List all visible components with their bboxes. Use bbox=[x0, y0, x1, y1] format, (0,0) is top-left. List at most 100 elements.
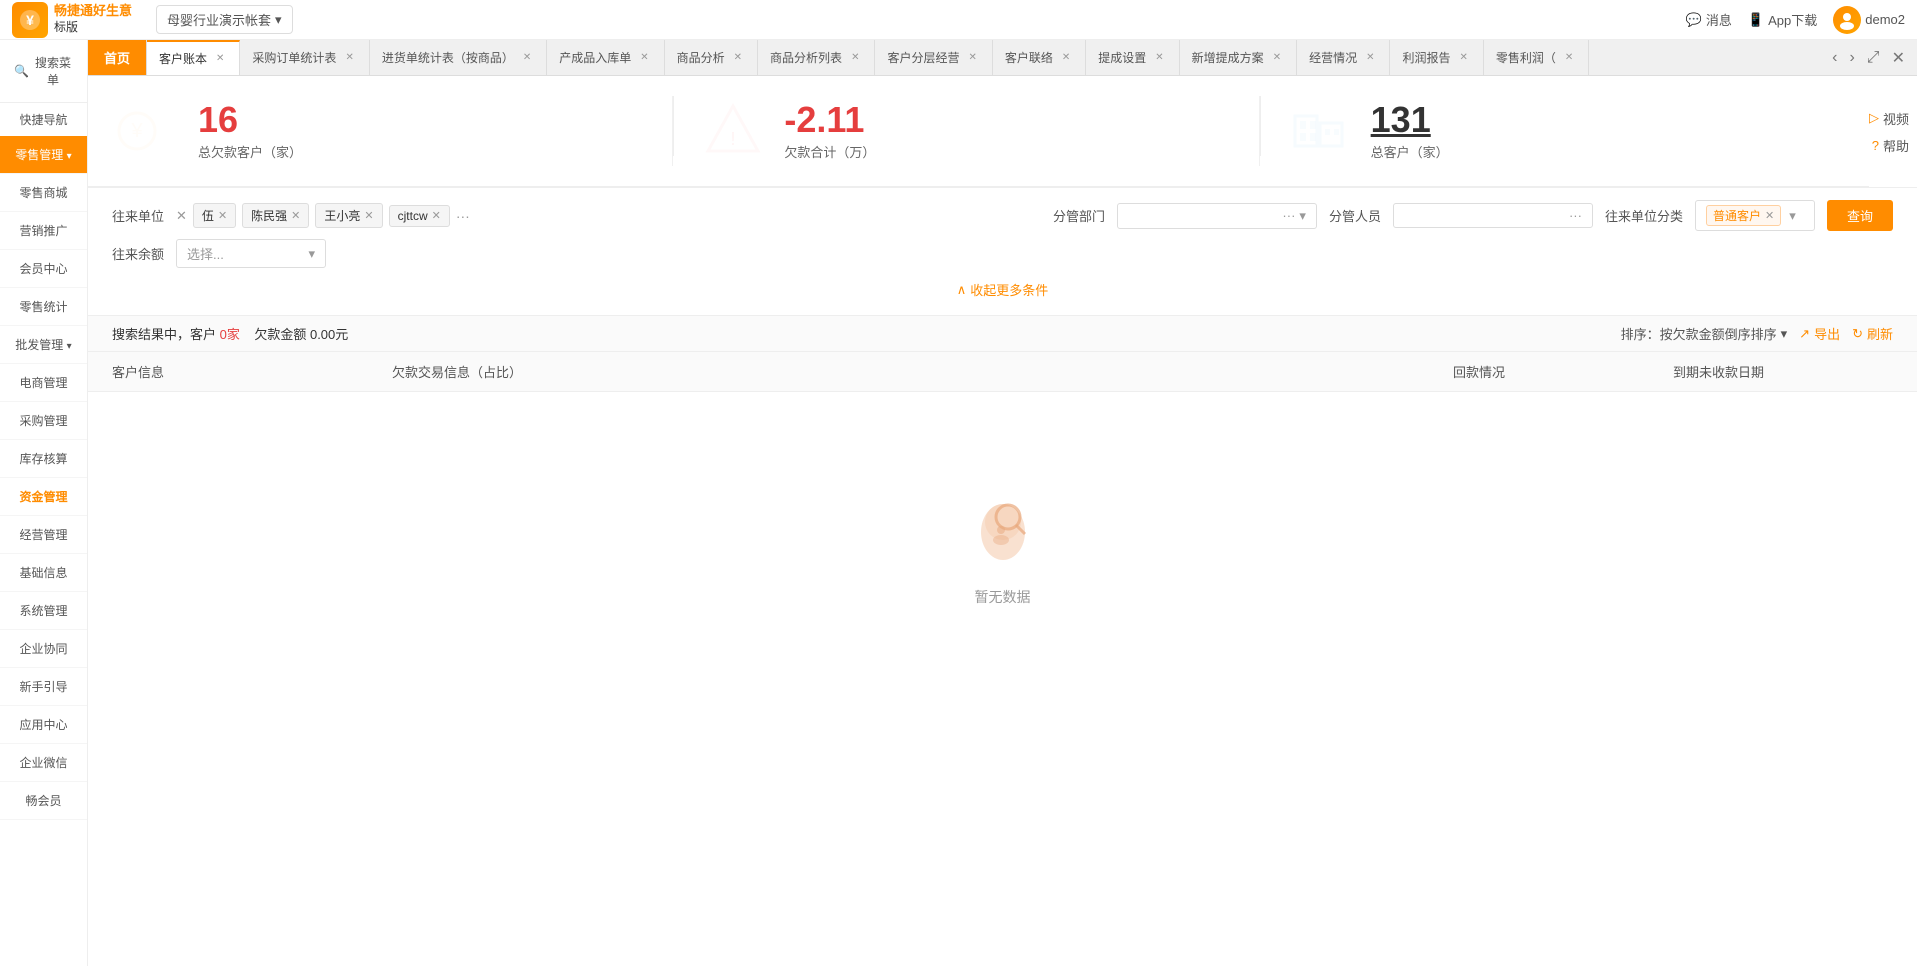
tab-close-goods-analysis-list[interactable]: ✕ bbox=[848, 51, 862, 64]
tag-close-chen[interactable]: ✕ bbox=[291, 209, 300, 222]
total-customers-icon bbox=[1285, 96, 1355, 166]
sidebar-item-purchase[interactable]: 采购管理 bbox=[0, 402, 87, 440]
tab-controls: ‹ › ⤢ ✕ bbox=[1820, 46, 1917, 70]
person-dropdown-more: ··· bbox=[1569, 208, 1582, 223]
tab-retail-profit[interactable]: 零售利润（ ✕ bbox=[1484, 40, 1589, 76]
tab-goods-analysis[interactable]: 商品分析 ✕ bbox=[665, 40, 758, 76]
sidebar-search[interactable]: 🔍 搜索菜单 bbox=[0, 40, 87, 103]
tab-prev-btn[interactable]: ‹ bbox=[1828, 47, 1841, 69]
tab-new-tip-plan[interactable]: 新增提成方案 ✕ bbox=[1180, 40, 1297, 76]
person-dropdown[interactable]: ··· bbox=[1393, 203, 1593, 228]
tab-close-tip-settings[interactable]: ✕ bbox=[1152, 51, 1166, 64]
quick-nav-btn[interactable]: 快捷导航 bbox=[0, 103, 87, 136]
stats-area: ¥ 16 总欠款客户（家） bbox=[88, 76, 1869, 187]
tab-next-btn[interactable]: › bbox=[1845, 47, 1858, 69]
unit-class-tag-close[interactable]: ✕ bbox=[1765, 209, 1774, 222]
tab-close-instock-stat[interactable]: ✕ bbox=[520, 51, 534, 64]
tab-purchase-order[interactable]: 采购订单统计表 ✕ bbox=[240, 40, 369, 76]
dept-dropdown-more: ··· bbox=[1282, 208, 1295, 223]
unit-class-tag-normal: 普通客户 ✕ bbox=[1706, 205, 1781, 226]
sidebar-item-retail-mgmt[interactable]: 零售管理 ▾ bbox=[0, 136, 87, 174]
sidebar-item-retail-mall[interactable]: 零售商城 bbox=[0, 174, 87, 212]
sidebar-item-vip-member[interactable]: 畅会员 bbox=[0, 782, 87, 820]
export-btn[interactable]: ↗ 导出 bbox=[1799, 324, 1840, 343]
person-label: 分管人员 bbox=[1329, 206, 1381, 225]
tab-close-retail-profit[interactable]: ✕ bbox=[1562, 51, 1576, 64]
col-due-date: 到期未收款日期 bbox=[1673, 362, 1893, 381]
search-result-text: 搜索结果中，客户 0家 欠款金额 0.00元 bbox=[112, 324, 348, 343]
tab-goods-analysis-list[interactable]: 商品分析列表 ✕ bbox=[758, 40, 875, 76]
tab-tip-settings[interactable]: 提成设置 ✕ bbox=[1086, 40, 1179, 76]
tab-close-profit-report[interactable]: ✕ bbox=[1457, 51, 1471, 64]
collapse-icon: ∧ bbox=[957, 282, 967, 298]
tag-close-wang[interactable]: ✕ bbox=[364, 209, 373, 222]
help-btn[interactable]: ? 帮助 bbox=[1872, 136, 1909, 155]
unit-class-label: 往来单位分类 bbox=[1605, 206, 1683, 225]
result-info: 搜索结果中，客户 0家 欠款金额 0.00元 bbox=[112, 324, 348, 343]
stat-label-debt: 欠款合计（万） bbox=[784, 142, 875, 161]
sidebar-item-inventory[interactable]: 库存核算 bbox=[0, 440, 87, 478]
app-download-btn[interactable]: 📱 App下载 bbox=[1748, 10, 1817, 29]
tags-more-btn[interactable]: ··· bbox=[456, 208, 470, 224]
tab-home[interactable]: 首页 bbox=[88, 40, 147, 76]
tab-close-customer-contact[interactable]: ✕ bbox=[1059, 51, 1073, 64]
empty-area: 暂无数据 bbox=[88, 392, 1917, 687]
sidebar-item-biz-mgmt[interactable]: 经营管理 bbox=[0, 516, 87, 554]
tab-close-purchase-order[interactable]: ✕ bbox=[342, 51, 356, 64]
search-menu-btn[interactable]: 🔍 搜索菜单 bbox=[8, 48, 79, 94]
dept-dropdown[interactable]: ··· ▾ bbox=[1117, 203, 1317, 229]
sidebar-item-app-center[interactable]: 应用中心 bbox=[0, 706, 87, 744]
refresh-icon: ↻ bbox=[1852, 326, 1863, 342]
sidebar-item-sys-mgmt[interactable]: 系统管理 bbox=[0, 592, 87, 630]
tab-customer-layer[interactable]: 客户分层经营 ✕ bbox=[875, 40, 992, 76]
tag-close-wu[interactable]: ✕ bbox=[218, 209, 227, 222]
help-icon: ? bbox=[1872, 138, 1879, 153]
tab-close-customer-layer[interactable]: ✕ bbox=[965, 51, 979, 64]
tab-close-produce-in[interactable]: ✕ bbox=[637, 51, 651, 64]
message-btn[interactable]: 💬 消息 bbox=[1686, 10, 1732, 29]
tab-instock-stat[interactable]: 进货单统计表（按商品） ✕ bbox=[370, 40, 547, 76]
sidebar-item-retail-stat[interactable]: 零售统计 bbox=[0, 288, 87, 326]
sidebar-item-ecommerce[interactable]: 电商管理 bbox=[0, 364, 87, 402]
sort-select[interactable]: 排序：按欠款金额倒序排序 ▾ bbox=[1621, 324, 1788, 343]
filter-area: 往来单位 ✕ 伍 ✕ 陈民强 ✕ 王 bbox=[88, 188, 1917, 316]
tab-close-new-tip-plan[interactable]: ✕ bbox=[1270, 51, 1284, 64]
sidebar-item-basic-info[interactable]: 基础信息 bbox=[0, 554, 87, 592]
demo-account-select[interactable]: 母婴行业演示帐套 ▾ bbox=[156, 5, 293, 34]
col-customer-info: 客户信息 bbox=[112, 362, 392, 381]
sidebar-item-member[interactable]: 会员中心 bbox=[0, 250, 87, 288]
sidebar-item-new-guide[interactable]: 新手引导 bbox=[0, 668, 87, 706]
tab-customer-capital[interactable]: 客户账本 ✕ bbox=[147, 40, 240, 76]
video-btn[interactable]: ▷ 视频 bbox=[1869, 109, 1909, 128]
tag-close-cjttcw[interactable]: ✕ bbox=[432, 209, 441, 222]
table-header: 客户信息 欠款交易信息（占比） 回款情况 到期未收款日期 bbox=[88, 352, 1917, 392]
sidebar-item-capital[interactable]: 资金管理 bbox=[0, 478, 87, 516]
collapse-btn[interactable]: ∧ 收起更多条件 bbox=[957, 276, 1049, 303]
tab-produce-in[interactable]: 产成品入库单 ✕ bbox=[547, 40, 664, 76]
query-button[interactable]: 查询 bbox=[1827, 200, 1893, 231]
dept-label: 分管部门 bbox=[1053, 206, 1105, 225]
tab-close-goods-analysis[interactable]: ✕ bbox=[731, 51, 745, 64]
unit-tag-close-icon[interactable]: ✕ bbox=[176, 208, 187, 224]
top-bar-right: 💬 消息 📱 App下载 demo2 bbox=[1686, 6, 1905, 34]
tab-profit-report[interactable]: 利润报告 ✕ bbox=[1390, 40, 1483, 76]
sidebar-item-enterprise-wechat[interactable]: 企业微信 bbox=[0, 744, 87, 782]
tab-customer-contact[interactable]: 客户联络 ✕ bbox=[993, 40, 1086, 76]
stat-info-debt: -2.11 欠款合计（万） bbox=[784, 102, 875, 161]
sidebar-item-marketing[interactable]: 营销推广 bbox=[0, 212, 87, 250]
svg-text:!: ! bbox=[731, 129, 736, 149]
balance-dropdown[interactable]: 选择... ▾ bbox=[176, 239, 326, 268]
tab-biz-status[interactable]: 经营情况 ✕ bbox=[1297, 40, 1390, 76]
tab-close-all-btn[interactable]: ✕ bbox=[1888, 46, 1909, 70]
refresh-btn[interactable]: ↻ 刷新 bbox=[1852, 324, 1893, 343]
tab-close-biz-status[interactable]: ✕ bbox=[1363, 51, 1377, 64]
stat-number-total: 131 bbox=[1371, 102, 1449, 138]
svg-text:¥: ¥ bbox=[26, 12, 34, 28]
tab-close-customer-capital[interactable]: ✕ bbox=[213, 52, 227, 65]
user-menu[interactable]: demo2 bbox=[1833, 6, 1905, 34]
sidebar-item-wholesale[interactable]: 批发管理 ▾ bbox=[0, 326, 87, 364]
sidebar-item-enterprise[interactable]: 企业协同 bbox=[0, 630, 87, 668]
tab-maximize-btn[interactable]: ⤢ bbox=[1863, 47, 1884, 69]
unit-class-dropdown[interactable]: 普通客户 ✕ ▾ bbox=[1695, 200, 1815, 231]
result-bar: 搜索结果中，客户 0家 欠款金额 0.00元 排序：按欠款金额倒序排序 ▾ bbox=[88, 316, 1917, 352]
